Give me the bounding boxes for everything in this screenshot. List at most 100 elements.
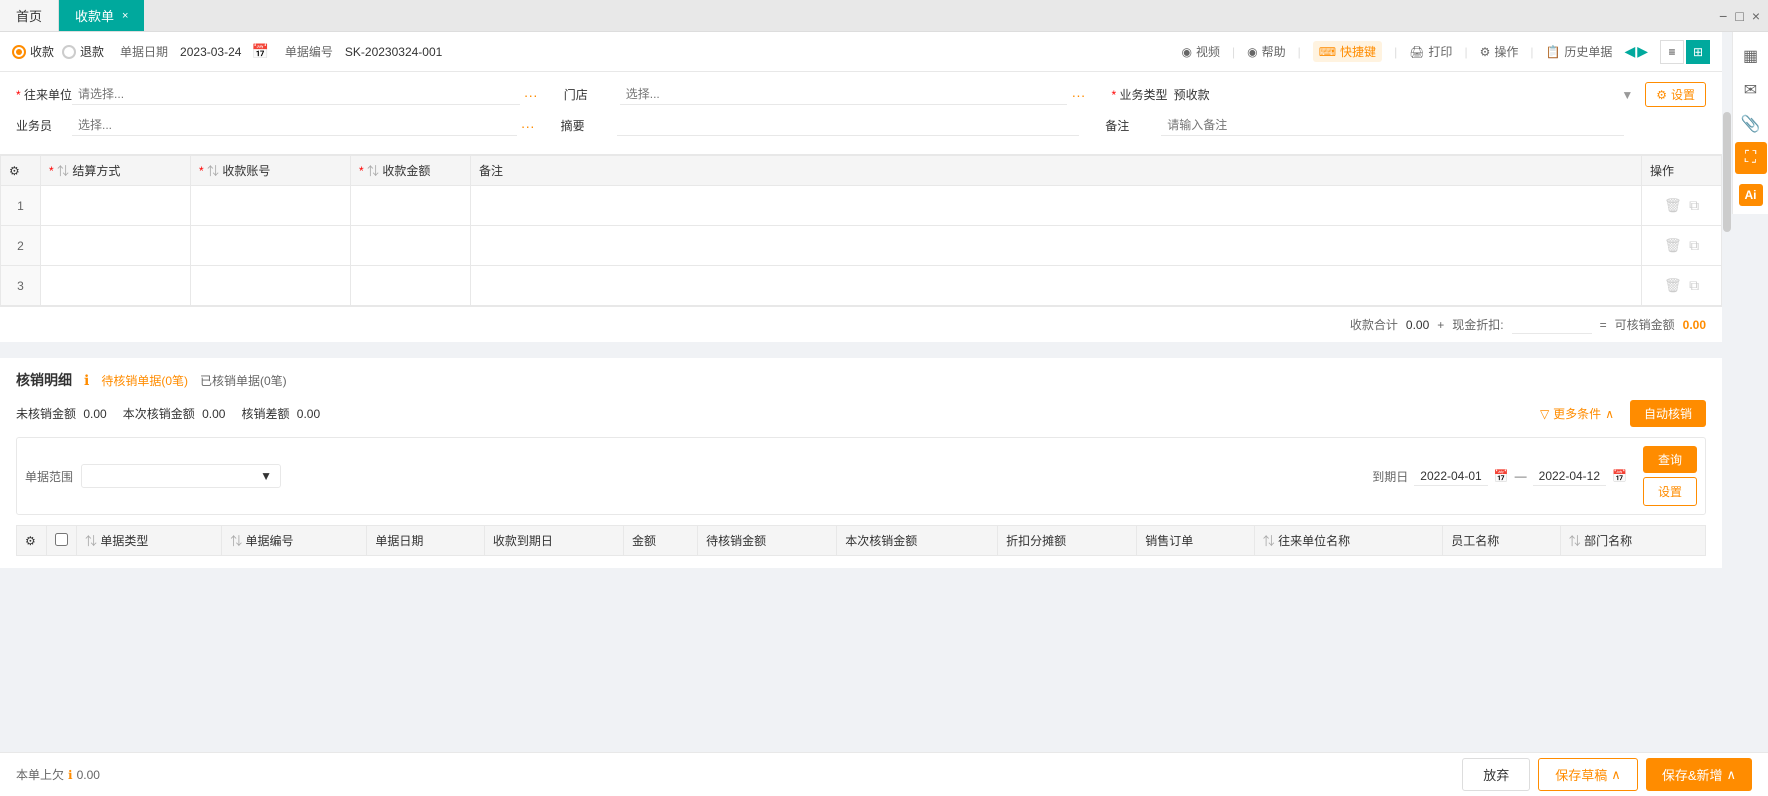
row-actions-2: 🗑 ⧉ [1642, 226, 1722, 266]
salesperson-input[interactable] [72, 115, 517, 136]
date-from-icon[interactable]: 📅 [1494, 469, 1509, 483]
close-window-button[interactable]: × [1752, 8, 1760, 24]
filter-buttons: 查询 设置 [1643, 446, 1697, 506]
row-settle-2[interactable] [41, 226, 191, 266]
verify-section: 核销明细 ℹ 待核销单据(0笔) 已核销单据(0笔) 未核销金额 0.00 本次… [0, 358, 1722, 568]
settings-button[interactable]: ⚙ 设置 [1645, 82, 1706, 107]
view-list-button[interactable]: ≡ [1660, 40, 1684, 64]
calendar-icon[interactable]: 📅 [251, 43, 268, 60]
date-to-icon[interactable]: 📅 [1612, 469, 1627, 483]
scroll-thumb[interactable] [1723, 112, 1731, 232]
discount-input[interactable] [1512, 315, 1592, 334]
clip-sidebar-icon[interactable]: 📎 [1735, 108, 1767, 140]
nav-arrows: ◀ ▶ [1624, 43, 1648, 60]
store-more-icon[interactable]: ··· [1071, 87, 1085, 103]
query-button[interactable]: 查询 [1643, 446, 1697, 473]
expand-sidebar-icon[interactable]: ⛶ [1735, 142, 1767, 174]
date-value: 2023-03-24 [180, 45, 241, 59]
vth-sales-order: 销售订单 [1137, 526, 1254, 556]
row-account-1[interactable] [191, 186, 351, 226]
row-note-2[interactable] [471, 226, 1642, 266]
select-all-checkbox[interactable] [55, 533, 68, 546]
unverified-label: 未核销金额 [16, 407, 76, 421]
filter-more-button[interactable]: ▽ 更多条件 ∧ [1540, 405, 1614, 422]
row-settle-1[interactable] [41, 186, 191, 226]
radio-receipt[interactable]: 收款 [12, 43, 54, 60]
toolbar-right: ◉ 视频 | ◉ 帮助 | ⌨ 快捷键 | 🖨 打印 | ⚙ 操作 [1181, 40, 1710, 64]
help-action[interactable]: ◉ 帮助 [1247, 43, 1286, 60]
store-field: 门店 ··· [564, 84, 1086, 105]
counterpart-input[interactable] [72, 84, 520, 105]
filter-label: 更多条件 [1553, 405, 1601, 422]
counterpart-field: 往来单位 ··· [16, 84, 538, 105]
summary-input[interactable] [617, 115, 1080, 136]
copy-row-1-icon[interactable]: ⧉ [1689, 197, 1699, 213]
row-settle-3[interactable] [41, 266, 191, 306]
operate-action[interactable]: ⚙ 操作 [1480, 43, 1519, 60]
date-from-value: 2022-04-01 [1414, 467, 1487, 486]
print-icon: 🖨 [1409, 45, 1424, 59]
diff-label: 核销差额 [241, 407, 289, 421]
video-action[interactable]: ◉ 视频 [1181, 43, 1220, 60]
radio-receipt-label: 收款 [30, 43, 54, 60]
tab-home[interactable]: 首页 [0, 0, 59, 31]
vth-gear[interactable]: ⚙ [17, 526, 47, 556]
tab-receipt[interactable]: 收款单 × [59, 0, 144, 31]
table-sidebar-icon[interactable]: ▦ [1735, 40, 1767, 72]
verify-settings-button[interactable]: 设置 [1643, 477, 1697, 506]
delete-row-1-icon[interactable]: 🗑 [1664, 197, 1682, 213]
range-select[interactable]: ▼ [81, 464, 281, 488]
vth-checkbox[interactable] [47, 526, 77, 556]
save-draft-button[interactable]: 保存草稿 ∧ [1538, 758, 1638, 791]
note-input[interactable] [1161, 115, 1624, 136]
nav-prev-icon[interactable]: ◀ [1624, 43, 1635, 60]
th-settle-label: 结算方式 [72, 164, 120, 178]
save-new-button[interactable]: 保存&新增 ∧ [1646, 758, 1752, 791]
abandon-button[interactable]: 放弃 [1462, 758, 1530, 791]
store-label: 门店 [564, 86, 620, 103]
history-action[interactable]: 📋 历史单据 [1545, 43, 1612, 60]
verify-info-icon[interactable]: ℹ [84, 372, 89, 389]
radio-refund-dot [62, 45, 76, 59]
ai-button[interactable]: Ai [1739, 184, 1763, 206]
print-action[interactable]: 🖨 打印 [1409, 43, 1452, 60]
tab-receipt-label: 收款单 [75, 6, 114, 25]
copy-row-3-icon[interactable]: ⧉ [1689, 277, 1699, 293]
th-note: 备注 [471, 156, 1642, 186]
verify-value: 0.00 [1683, 318, 1706, 332]
row-amount-2[interactable] [351, 226, 471, 266]
receipt-table: ⚙ ⇅ 结算方式 ⇅ 收款账号 ⇅ 收款金额 备注 [0, 155, 1722, 306]
auto-verify-button[interactable]: 自动核销 [1630, 400, 1706, 427]
email-sidebar-icon[interactable]: ✉ [1735, 74, 1767, 106]
nav-next-icon[interactable]: ▶ [1637, 43, 1648, 60]
counterpart-more-icon[interactable]: ··· [524, 87, 538, 103]
row-amount-3[interactable] [351, 266, 471, 306]
dropdown-icon[interactable]: ▼ [1621, 88, 1633, 102]
maximize-button[interactable]: □ [1735, 8, 1743, 24]
bottom-info-icon[interactable]: ℹ [68, 768, 73, 782]
tab-pending[interactable]: 待核销单据(0笔) [101, 372, 188, 389]
row-note-1[interactable] [471, 186, 1642, 226]
delete-row-2-icon[interactable]: 🗑 [1664, 237, 1682, 253]
delete-row-3-icon[interactable]: 🗑 [1664, 277, 1682, 293]
row-account-3[interactable] [191, 266, 351, 306]
tab-home-label: 首页 [16, 6, 42, 25]
tab-verified[interactable]: 已核销单据(0笔) [200, 372, 287, 389]
store-input[interactable] [620, 84, 1068, 105]
sort-vth1: ⇅ [85, 534, 97, 548]
view-grid-button[interactable]: ⊞ [1686, 40, 1710, 64]
row-note-3[interactable] [471, 266, 1642, 306]
scroll-area[interactable] [1722, 32, 1732, 752]
business-type-label: 业务类型 [1112, 86, 1168, 103]
row-amount-1[interactable] [351, 186, 471, 226]
th-gear[interactable]: ⚙ [1, 156, 41, 186]
vth-store: ⇅ 部门名称 [1560, 526, 1705, 556]
minimize-button[interactable]: − [1719, 8, 1727, 24]
tab-close-icon[interactable]: × [122, 10, 128, 22]
shortcut-action[interactable]: ⌨ 快捷键 [1313, 41, 1382, 62]
row-account-2[interactable] [191, 226, 351, 266]
copy-row-2-icon[interactable]: ⧉ [1689, 237, 1699, 253]
number-field: 单据编号 SK-20230324-001 [285, 43, 442, 60]
salesperson-more-icon[interactable]: ··· [521, 118, 535, 134]
radio-refund[interactable]: 退款 [62, 43, 104, 60]
